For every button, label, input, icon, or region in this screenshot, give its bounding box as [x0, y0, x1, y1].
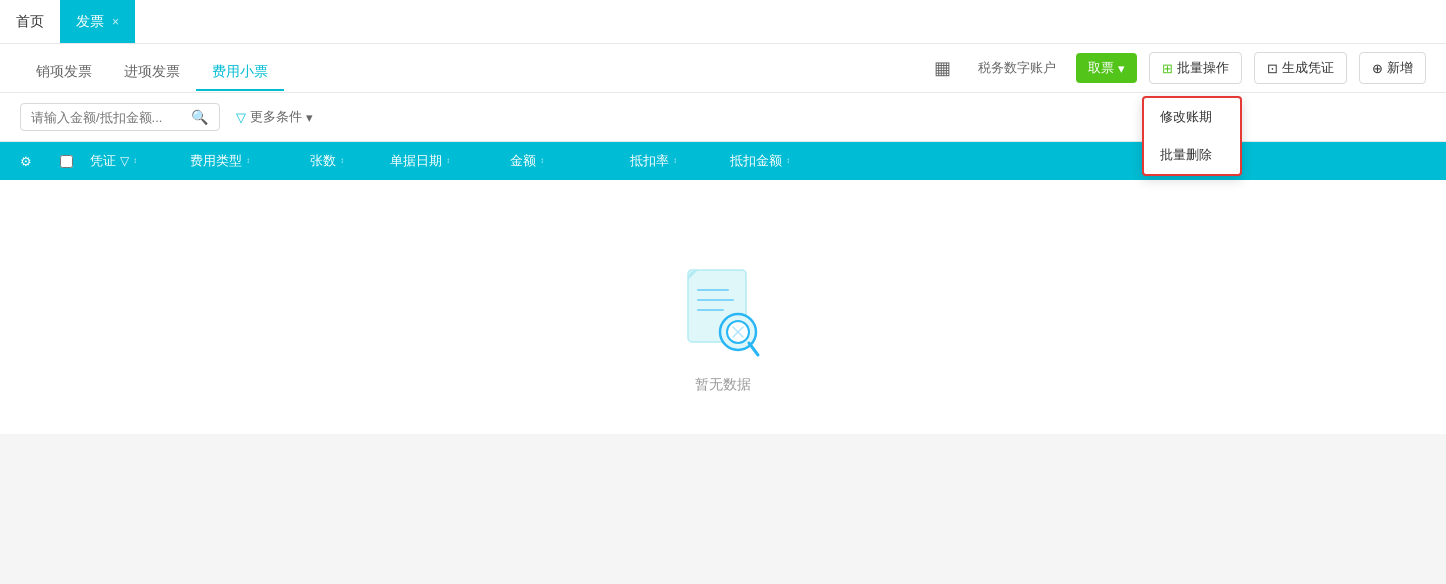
col-deductamt-label: 抵扣金额 — [730, 152, 782, 170]
empty-icon — [673, 260, 773, 360]
toolbar-nav: 销项发票 进项发票 费用小票 — [20, 55, 926, 82]
batch-button[interactable]: ⊞ 批量操作 — [1149, 52, 1242, 84]
add-button[interactable]: ⊕ 新增 — [1359, 52, 1426, 84]
search-input-wrapper[interactable]: 🔍 — [20, 103, 220, 131]
col-deductamt[interactable]: 抵扣金额 ↕ — [730, 152, 850, 170]
nav-item-expense-ticket[interactable]: 费用小票 — [196, 55, 284, 91]
col-amount-label: 金额 — [510, 152, 536, 170]
col-voucher-label: 凭证 — [90, 152, 116, 170]
batch-dropdown-menu: 修改账期 批量删除 — [1142, 96, 1242, 176]
col-count-sort[interactable]: ↕ — [340, 157, 344, 165]
toolbar: 销项发票 进项发票 费用小票 ▦ 税务数字账户 取票 ▾ ⊞ 批量操作 修改账期… — [0, 44, 1446, 93]
svg-line-6 — [749, 343, 758, 355]
col-deductrate-sort[interactable]: ↕ — [673, 157, 677, 165]
generate-voucher-icon: ⊡ — [1267, 61, 1278, 76]
empty-state-text: 暂无数据 — [695, 376, 751, 394]
col-deductrate-label: 抵扣率 — [630, 152, 669, 170]
col-gear[interactable]: ⚙ — [20, 154, 60, 169]
add-label: 新增 — [1387, 59, 1413, 77]
col-count[interactable]: 张数 ↕ — [310, 152, 390, 170]
col-exptype-sort[interactable]: ↕ — [246, 157, 250, 165]
quepiao-label: 取票 — [1088, 59, 1114, 77]
invoice-tab-close[interactable]: × — [112, 15, 119, 29]
col-checkbox[interactable] — [60, 155, 90, 168]
more-conditions-label: 更多条件 — [250, 108, 302, 126]
col-deductamt-sort[interactable]: ↕ — [786, 157, 790, 165]
home-tab[interactable]: 首页 — [0, 0, 60, 43]
nav-item-purchase-invoice[interactable]: 进项发票 — [108, 55, 196, 91]
col-voucher[interactable]: 凭证 ▽ ↕ — [90, 152, 190, 170]
col-count-label: 张数 — [310, 152, 336, 170]
col-deductrate[interactable]: 抵扣率 ↕ — [630, 152, 730, 170]
search-input[interactable] — [31, 110, 191, 125]
top-bar: 首页 发票 × — [0, 0, 1446, 44]
more-conditions-button[interactable]: ▽ 更多条件 ▾ — [236, 108, 313, 126]
col-voucher-filter-icon: ▽ — [120, 154, 129, 168]
empty-state: 暂无数据 — [0, 180, 1446, 434]
search-icon[interactable]: 🔍 — [191, 109, 208, 125]
page-content: ⚙ 凭证 ▽ ↕ 费用类型 ↕ 张数 ↕ 单据日期 ↕ 金额 ↕ 抵扣率 ↕ — [0, 142, 1446, 434]
col-exptype-label: 费用类型 — [190, 152, 242, 170]
batch-label: 批量操作 — [1177, 59, 1229, 77]
tax-digital-button[interactable]: 税务数字账户 — [970, 55, 1064, 81]
filter-icon: ▽ — [236, 110, 246, 125]
batch-icon: ⊞ — [1162, 61, 1173, 76]
col-voucher-sort[interactable]: ↕ — [133, 157, 137, 165]
add-icon: ⊕ — [1372, 61, 1383, 76]
dropdown-item-modify-period[interactable]: 修改账期 — [1144, 98, 1240, 136]
gear-icon: ⚙ — [20, 154, 32, 169]
toolbar-actions: ▦ 税务数字账户 取票 ▾ ⊞ 批量操作 修改账期 批量删除 ⊡ 生成凭证 ⊕ … — [926, 52, 1426, 84]
col-date-sort[interactable]: ↕ — [446, 157, 450, 165]
generate-voucher-label: 生成凭证 — [1282, 59, 1334, 77]
quepiao-button[interactable]: 取票 ▾ — [1076, 53, 1137, 83]
generate-voucher-button[interactable]: ⊡ 生成凭证 — [1254, 52, 1347, 84]
invoice-tab-label: 发票 — [76, 13, 104, 31]
col-amount-sort[interactable]: ↕ — [540, 157, 544, 165]
batch-btn-wrapper: ⊞ 批量操作 修改账期 批量删除 — [1149, 52, 1242, 84]
col-amount[interactable]: 金额 ↕ — [510, 152, 630, 170]
col-date[interactable]: 单据日期 ↕ — [390, 152, 510, 170]
quepiao-dropdown-icon: ▾ — [1118, 61, 1125, 76]
nav-item-sales-invoice[interactable]: 销项发票 — [20, 55, 108, 91]
col-date-label: 单据日期 — [390, 152, 442, 170]
invoice-tab[interactable]: 发票 × — [60, 0, 135, 43]
qr-icon-button[interactable]: ▦ — [926, 52, 958, 84]
more-conditions-dropdown-icon: ▾ — [306, 110, 313, 125]
dropdown-item-batch-delete[interactable]: 批量删除 — [1144, 136, 1240, 174]
select-all-checkbox[interactable] — [60, 155, 73, 168]
col-exptype[interactable]: 费用类型 ↕ — [190, 152, 310, 170]
